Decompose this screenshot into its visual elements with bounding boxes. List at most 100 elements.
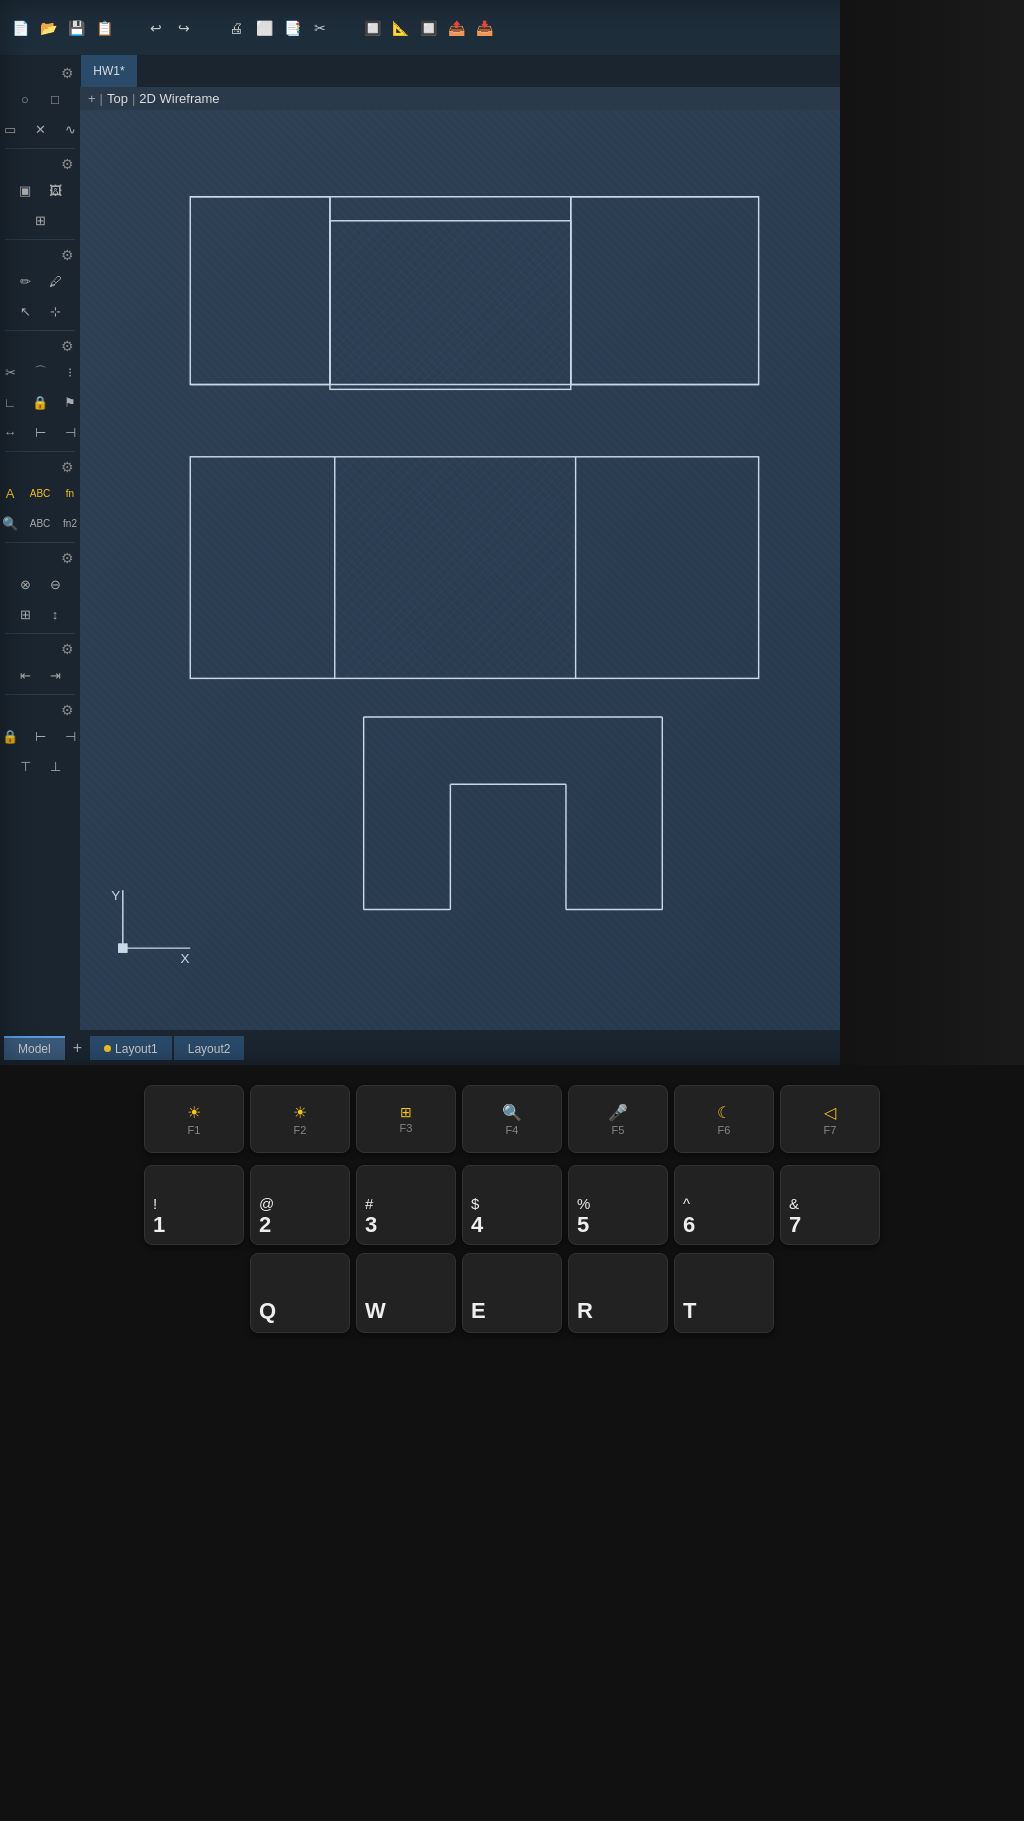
key-f2[interactable]: ☀ F2 [250, 1085, 350, 1153]
move1-tool[interactable]: ⇤ [11, 661, 39, 689]
zoom-tool[interactable]: 🔍 [0, 509, 24, 537]
cut-icon[interactable]: ✂ [308, 16, 332, 40]
scissors-tool[interactable]: ✂ [0, 358, 24, 386]
measure-tool[interactable]: ABC [26, 509, 54, 537]
rect2-tool[interactable]: ▭ [0, 115, 24, 143]
num-key-row: ! 1 @ 2 # 3 $ 4 % 5 ^ 6 & 7 [0, 1161, 1024, 1249]
key-f5[interactable]: 🎤 F5 [568, 1085, 668, 1153]
svg-rect-11 [335, 457, 576, 679]
toolbar-gear-4[interactable]: ⚙ [59, 336, 76, 356]
constrain1-tool[interactable]: ⊕ [0, 570, 9, 598]
snap5-tool[interactable]: ⊥ [41, 752, 69, 780]
undo-icon[interactable]: ↩ [144, 16, 168, 40]
move2-tool[interactable]: ⇥ [41, 661, 69, 689]
snap2-tool[interactable]: ⊢ [26, 722, 54, 750]
toolbar-gear-7[interactable]: ⚙ [59, 639, 76, 659]
constrain2-tool[interactable]: ⊗ [11, 570, 39, 598]
viewport-plus[interactable]: + [88, 91, 96, 106]
key-f6[interactable]: ☾ F6 [674, 1085, 774, 1153]
angle-tool[interactable]: ∟ [0, 388, 24, 416]
constrain5-tool[interactable]: ⊟ [0, 600, 9, 628]
toolbar-gear-2[interactable]: ⚙ [59, 154, 76, 174]
cross-tool[interactable]: ✕ [26, 115, 54, 143]
toolbar-gear-6[interactable]: ⚙ [59, 548, 76, 568]
redo-icon[interactable]: ↪ [172, 16, 196, 40]
tab-layout2[interactable]: Layout2 [174, 1036, 245, 1060]
snap1-tool[interactable]: 🔒 [0, 722, 24, 750]
constrain3-tool[interactable]: ⊖ [41, 570, 69, 598]
tab-model[interactable]: Model [4, 1036, 65, 1060]
key-e[interactable]: E [462, 1253, 562, 1333]
snap3-tool[interactable]: ⊣ [56, 722, 80, 750]
image-tool[interactable]: 🖼 [41, 176, 69, 204]
cad-viewport[interactable]: Y X [80, 110, 840, 1030]
key-3[interactable]: # 3 [356, 1165, 456, 1245]
rect-tool[interactable]: □ [41, 85, 69, 113]
text-tool-A[interactable]: A [0, 479, 24, 507]
key-7[interactable]: & 7 [780, 1165, 880, 1245]
circle-tool[interactable]: ○ [11, 85, 39, 113]
save-icon[interactable]: 💾 [64, 16, 88, 40]
key-r[interactable]: R [568, 1253, 668, 1333]
key-w[interactable]: W [356, 1253, 456, 1333]
toolbar-gear-8[interactable]: ⚙ [59, 700, 76, 720]
tool9-icon[interactable]: 📥 [472, 16, 496, 40]
key-f3[interactable]: ⊞ F3 [356, 1085, 456, 1153]
flag-tool[interactable]: ⚑ [56, 388, 80, 416]
tab-hw1[interactable]: HW1* [81, 55, 136, 87]
wave-tool[interactable]: ∿ [56, 115, 80, 143]
key-1[interactable]: ! 1 [144, 1165, 244, 1245]
tool6-icon[interactable]: 📐 [388, 16, 412, 40]
plot-icon[interactable]: 📑 [280, 16, 304, 40]
text-tool-fn[interactable]: fn [56, 479, 80, 507]
svg-rect-24 [118, 943, 128, 953]
key-6[interactable]: ^ 6 [674, 1165, 774, 1245]
toolbar-gear-3[interactable]: ⚙ [59, 245, 76, 265]
dots-tool[interactable]: ⁝ [56, 358, 80, 386]
text-tool-abc[interactable]: ABC [26, 479, 54, 507]
viewport-separator1: | [100, 91, 103, 106]
constrain6-tool[interactable]: ⊞ [11, 600, 39, 628]
pen-tool[interactable]: ✏ [11, 267, 39, 295]
key-f1[interactable]: ☀ F1 [144, 1085, 244, 1153]
tab-layout1[interactable]: Layout1 [90, 1036, 172, 1060]
extend-tool[interactable]: ↔ [0, 418, 24, 446]
new-file-icon[interactable]: 📄 [8, 16, 32, 40]
print-icon[interactable]: 🖨 [224, 16, 248, 40]
tool8-icon[interactable]: 📤 [444, 16, 468, 40]
saveas-icon[interactable]: 📋 [92, 16, 116, 40]
key-f7[interactable]: ◁ F7 [780, 1085, 880, 1153]
constrain4-tool[interactable]: ⊡ [71, 570, 80, 598]
dim-tool[interactable]: fn2 [56, 509, 80, 537]
open-file-icon[interactable]: 📂 [36, 16, 60, 40]
key-q[interactable]: Q [250, 1253, 350, 1333]
toolbar-gear-5[interactable]: ⚙ [59, 457, 76, 477]
viewport-view-label[interactable]: Top [107, 91, 128, 106]
pointer-tool[interactable]: ↖ [11, 297, 39, 325]
snap4-tool[interactable]: ⊤ [11, 752, 39, 780]
arc-tool[interactable]: ⌒ [26, 358, 54, 386]
key-5[interactable]: % 5 [568, 1165, 668, 1245]
constrain7-tool[interactable]: ↕ [41, 600, 69, 628]
tool5-icon[interactable]: 🔲 [360, 16, 384, 40]
viewport-mode-label[interactable]: 2D Wireframe [139, 91, 219, 106]
select-tool[interactable]: ▣ [11, 176, 39, 204]
preview-icon[interactable]: ⬜ [252, 16, 276, 40]
stamp-tool[interactable]: 🖊 [41, 267, 69, 295]
tab-bar: + HW1* [0, 55, 840, 87]
key-2[interactable]: @ 2 [250, 1165, 350, 1245]
break-tool[interactable]: ⊣ [56, 418, 80, 446]
tab-add-button[interactable]: + [67, 1039, 88, 1057]
lock-tool[interactable]: 🔒 [26, 388, 54, 416]
toolbar-gear-1[interactable]: ⚙ [59, 63, 76, 83]
grid-tool[interactable]: ⊞ [26, 206, 54, 234]
node-tool[interactable]: ⊹ [41, 297, 69, 325]
tool7-icon[interactable]: 🔲 [416, 16, 440, 40]
trim-tool[interactable]: ⊢ [26, 418, 54, 446]
key-t[interactable]: T [674, 1253, 774, 1333]
key-f4[interactable]: 🔍 F4 [462, 1085, 562, 1153]
key-4[interactable]: $ 4 [462, 1165, 562, 1245]
viewport-separator2: | [132, 91, 135, 106]
viewport-label-bar: + | Top | 2D Wireframe [80, 87, 228, 110]
constrain8-tool[interactable]: ↗ [71, 600, 80, 628]
